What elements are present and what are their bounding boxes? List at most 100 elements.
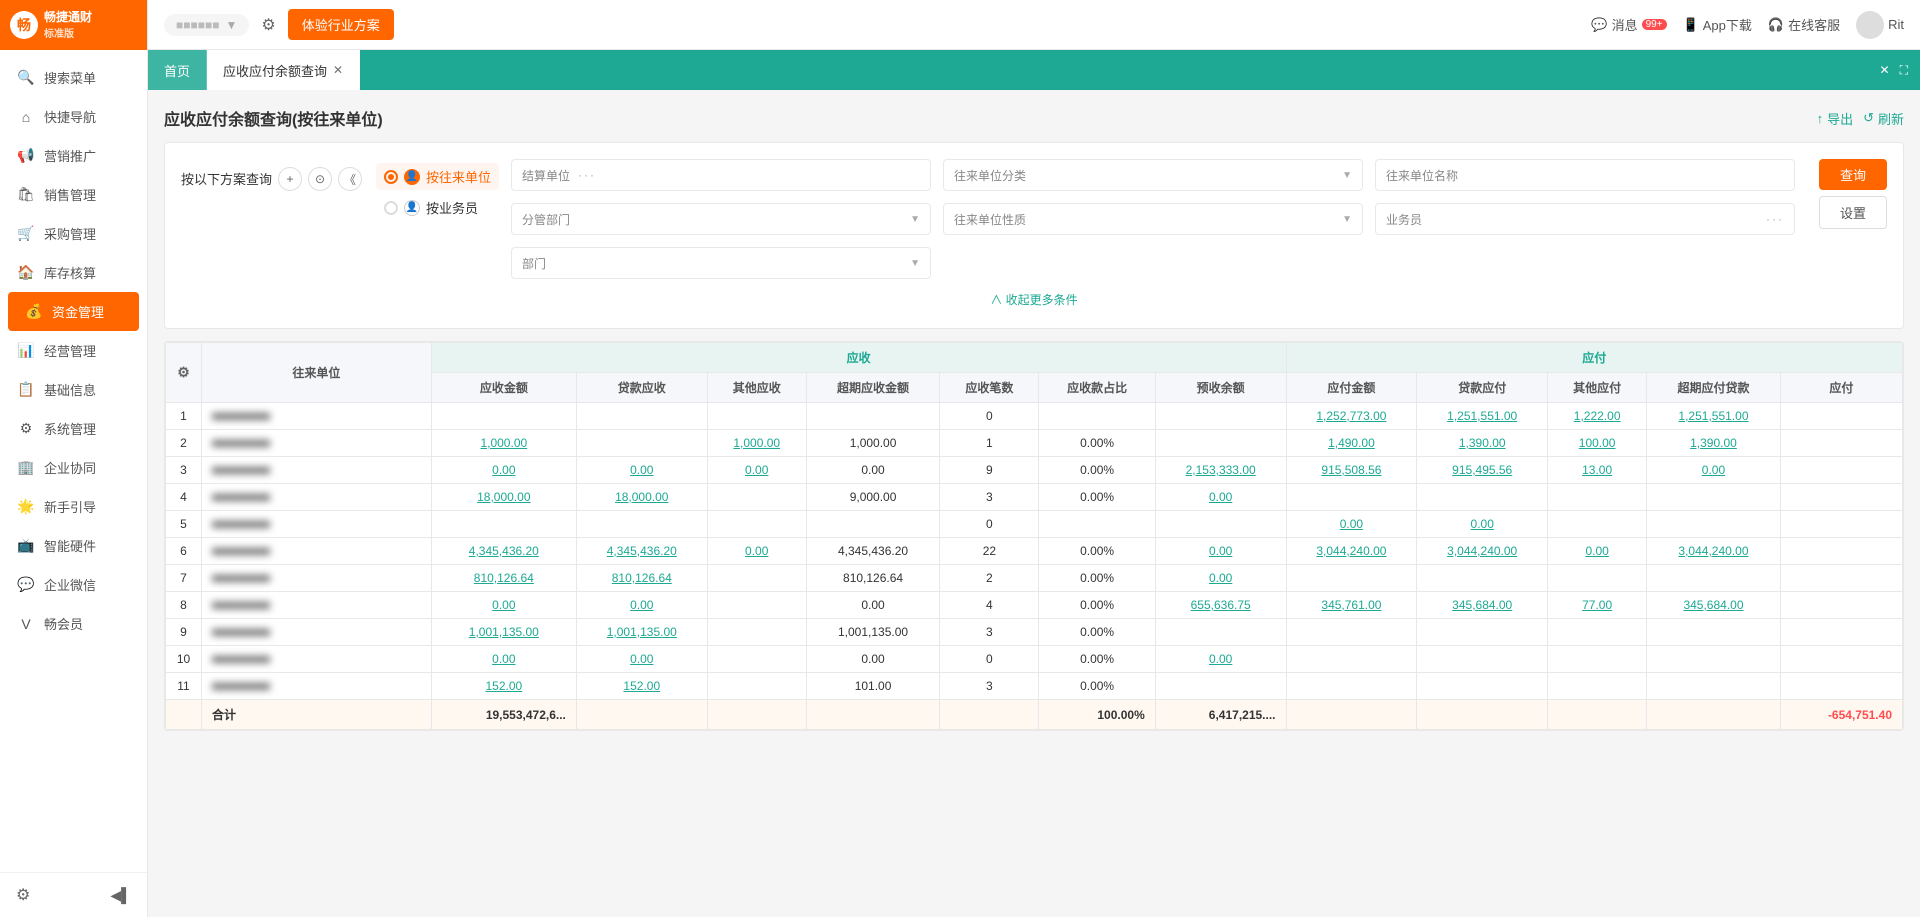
sidebar-item-sales[interactable]: 🛍 销售管理 <box>0 175 147 214</box>
rec-amount[interactable] <box>431 403 576 430</box>
partner-category-field[interactable]: 往来单位分类 ▼ <box>943 159 1363 191</box>
loan-rec[interactable]: 0.00 <box>576 457 707 484</box>
prepaid[interactable]: 0.00 <box>1155 538 1286 565</box>
prepaid[interactable]: 655,636.75 <box>1155 592 1286 619</box>
other-pay[interactable] <box>1548 619 1647 646</box>
rec-amount[interactable]: 152.00 <box>431 673 576 700</box>
other-rec[interactable] <box>707 565 806 592</box>
other-rec[interactable] <box>707 484 806 511</box>
pay-amount[interactable]: 0.00 <box>1286 511 1417 538</box>
sidebar-item-guide[interactable]: 🌟 新手引导 <box>0 487 147 526</box>
prepaid[interactable]: 0.00 <box>1155 646 1286 673</box>
pay-amount[interactable] <box>1286 646 1417 673</box>
rec-amount[interactable]: 0.00 <box>431 457 576 484</box>
filter-by-partner[interactable]: 👤 按往来单位 <box>376 163 499 190</box>
loan-pay[interactable]: 1,390.00 <box>1417 430 1548 457</box>
other-rec[interactable]: 0.00 <box>707 538 806 565</box>
tab-home[interactable]: 首页 <box>148 50 207 90</box>
other-pay[interactable]: 0.00 <box>1548 538 1647 565</box>
sidebar-item-marketing[interactable]: 📢 营销推广 <box>0 136 147 175</box>
app-download-button[interactable]: 📱 App下载 <box>1683 15 1752 34</box>
other-pay[interactable]: 100.00 <box>1548 430 1647 457</box>
sidebar-settings-icon[interactable]: ⚙ <box>16 885 30 905</box>
overdue-pay[interactable] <box>1647 646 1781 673</box>
rec-amount[interactable]: 18,000.00 <box>431 484 576 511</box>
sidebar-item-system[interactable]: ⚙ 系统管理 <box>0 409 147 448</box>
other-pay[interactable]: 13.00 <box>1548 457 1647 484</box>
other-rec[interactable] <box>707 511 806 538</box>
prepaid[interactable]: 0.00 <box>1155 484 1286 511</box>
loan-rec[interactable]: 810,126.64 <box>576 565 707 592</box>
sidebar-item-collab[interactable]: 🏢 企业协同 <box>0 448 147 487</box>
pay-amount[interactable]: 1,252,773.00 <box>1286 403 1417 430</box>
settings-button[interactable]: 设置 <box>1819 196 1887 229</box>
other-rec[interactable] <box>707 592 806 619</box>
pay-amount[interactable]: 3,044,240.00 <box>1286 538 1417 565</box>
pay-amount[interactable] <box>1286 484 1417 511</box>
rec-amount[interactable]: 4,345,436.20 <box>431 538 576 565</box>
export-button[interactable]: ↑ 导出 <box>1817 109 1854 128</box>
loan-pay[interactable]: 345,684.00 <box>1417 592 1548 619</box>
partner-nature-field[interactable]: 往来单位性质 ▼ <box>943 203 1363 235</box>
other-rec[interactable]: 0.00 <box>707 457 806 484</box>
loan-rec[interactable]: 152.00 <box>576 673 707 700</box>
loan-rec[interactable]: 18,000.00 <box>576 484 707 511</box>
filter-by-employee[interactable]: 👤 按业务员 <box>376 194 499 221</box>
pay-amount[interactable] <box>1286 565 1417 592</box>
partner-name-field[interactable]: 往来单位名称 <box>1375 159 1795 191</box>
other-rec[interactable] <box>707 646 806 673</box>
user-menu[interactable]: Rit <box>1856 11 1904 39</box>
sidebar-item-member[interactable]: V 畅会员 <box>0 604 147 643</box>
sidebar-item-basic[interactable]: 📋 基础信息 <box>0 370 147 409</box>
sidebar-item-search[interactable]: 🔍 搜索菜单 <box>0 58 147 97</box>
loan-rec[interactable]: 4,345,436.20 <box>576 538 707 565</box>
col-settings-header[interactable]: ⚙ <box>166 343 202 403</box>
rec-amount[interactable]: 1,001,135.00 <box>431 619 576 646</box>
loan-pay[interactable]: 0.00 <box>1417 511 1548 538</box>
maximize-icon[interactable]: ⛶ <box>1900 63 1908 78</box>
overdue-pay[interactable]: 3,044,240.00 <box>1647 538 1781 565</box>
settings-gear-icon[interactable]: ⚙ <box>261 15 275 35</box>
overdue-pay[interactable] <box>1647 673 1781 700</box>
overdue-pay[interactable]: 1,251,551.00 <box>1647 403 1781 430</box>
sidebar-item-finance[interactable]: 💰 资金管理 <box>8 292 139 331</box>
sidebar-item-operation[interactable]: 📊 经营管理 <box>0 331 147 370</box>
loan-pay[interactable]: 3,044,240.00 <box>1417 538 1548 565</box>
loan-rec[interactable]: 0.00 <box>576 646 707 673</box>
close-all-icon[interactable]: ✕ <box>1880 63 1890 77</box>
sidebar-item-wechat[interactable]: 💬 企业微信 <box>0 565 147 604</box>
loan-rec[interactable] <box>576 403 707 430</box>
other-pay[interactable] <box>1548 673 1647 700</box>
tab-balance-query[interactable]: 应收应付余额查询 ✕ <box>207 50 360 90</box>
rec-amount[interactable] <box>431 511 576 538</box>
prepaid[interactable] <box>1155 430 1286 457</box>
overdue-pay[interactable] <box>1647 619 1781 646</box>
filter-collapse-toggle[interactable]: ∧ 收起更多条件 <box>181 287 1887 312</box>
loan-pay[interactable] <box>1417 619 1548 646</box>
sidebar-item-hardware[interactable]: 📺 智能硬件 <box>0 526 147 565</box>
sidebar-item-inventory[interactable]: 🏠 库存核算 <box>0 253 147 292</box>
loan-pay[interactable] <box>1417 646 1548 673</box>
other-rec[interactable] <box>707 619 806 646</box>
prepaid[interactable] <box>1155 403 1286 430</box>
prepaid[interactable]: 0.00 <box>1155 565 1286 592</box>
loan-rec[interactable] <box>576 511 707 538</box>
other-pay[interactable]: 77.00 <box>1548 592 1647 619</box>
refresh-button[interactable]: ↺ 刷新 <box>1863 109 1904 128</box>
rec-amount[interactable]: 1,000.00 <box>431 430 576 457</box>
pay-amount[interactable]: 915,508.56 <box>1286 457 1417 484</box>
overdue-pay[interactable]: 1,390.00 <box>1647 430 1781 457</box>
loan-pay[interactable] <box>1417 484 1548 511</box>
pay-amount[interactable]: 345,761.00 <box>1286 592 1417 619</box>
loan-rec[interactable]: 0.00 <box>576 592 707 619</box>
loan-rec[interactable] <box>576 430 707 457</box>
filter-settings-btn[interactable]: ⊙ <box>308 167 332 191</box>
other-pay[interactable] <box>1548 484 1647 511</box>
loan-pay[interactable]: 1,251,551.00 <box>1417 403 1548 430</box>
messages-button[interactable]: 💬 消息 99+ <box>1591 15 1666 34</box>
loan-pay[interactable] <box>1417 673 1548 700</box>
dept-field[interactable]: 部门 ▼ <box>511 247 931 279</box>
prepaid[interactable] <box>1155 619 1286 646</box>
other-rec[interactable] <box>707 673 806 700</box>
solution-button[interactable]: 体验行业方案 <box>288 9 394 40</box>
